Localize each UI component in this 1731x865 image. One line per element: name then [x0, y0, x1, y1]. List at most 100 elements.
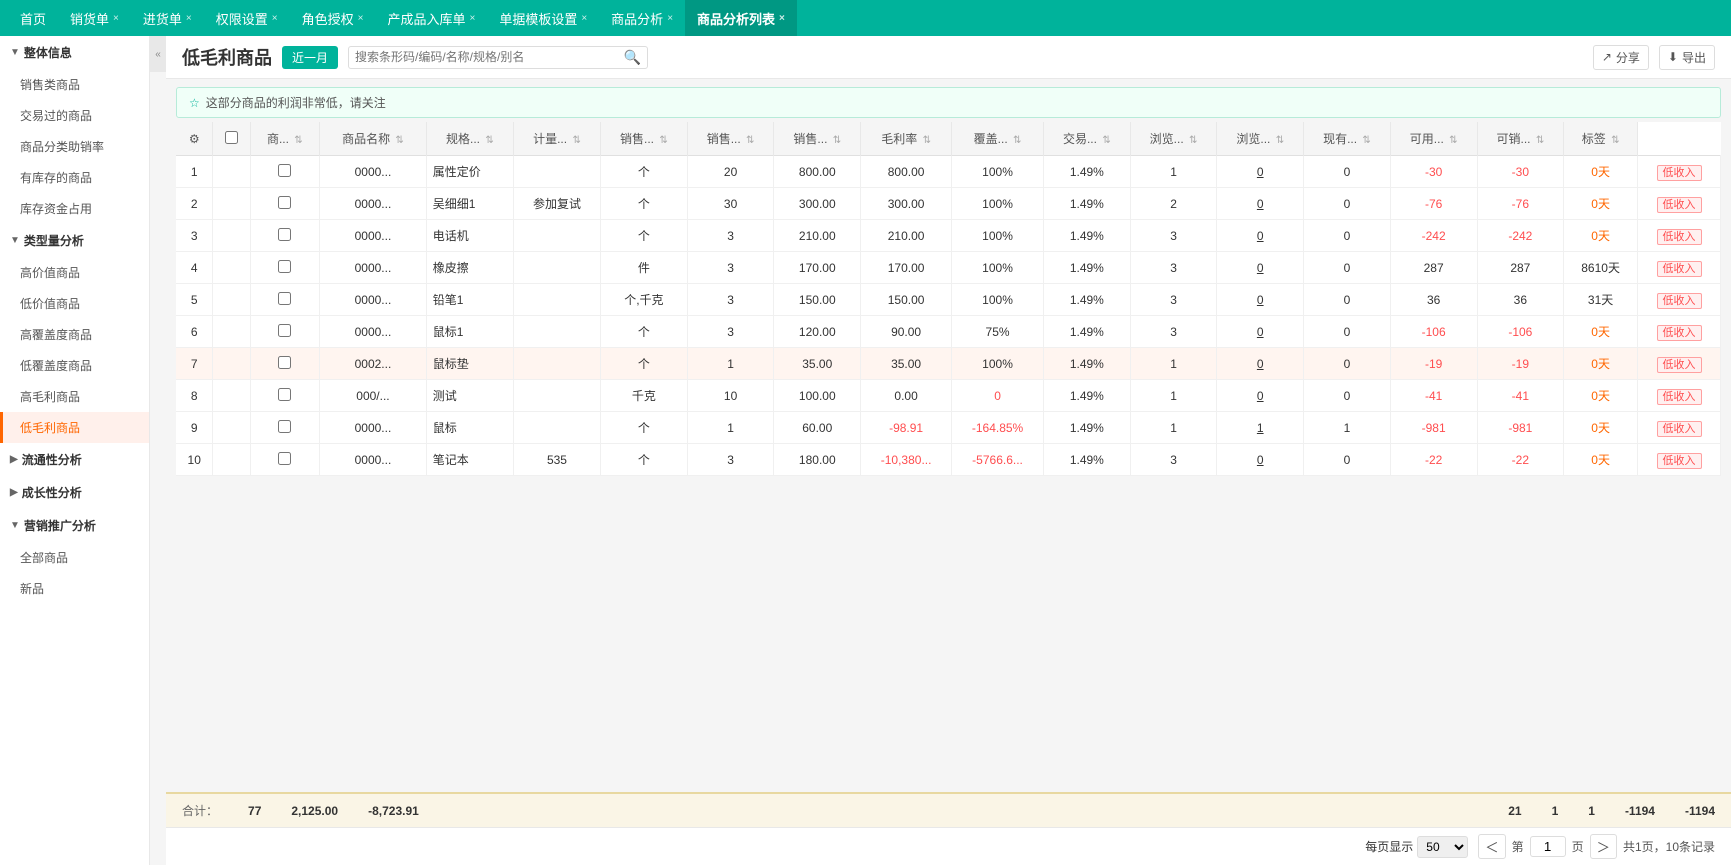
sidebar-section-liquidity[interactable]: ▶ 流通性分析: [0, 443, 149, 476]
sidebar-section-category-analysis[interactable]: ▼ 类型量分析: [0, 224, 149, 257]
sidebar-item-new-goods[interactable]: 新品: [0, 573, 149, 604]
export-button[interactable]: ⬇ 导出: [1659, 45, 1715, 70]
col-view2[interactable]: 浏览... ⇅: [1217, 122, 1304, 156]
nav-product-analysis-list[interactable]: 商品分析列表 ×: [685, 0, 797, 36]
date-filter-button[interactable]: 近一月: [282, 46, 338, 69]
sidebar-item-high-value[interactable]: 高价值商品: [0, 257, 149, 288]
cell-view1[interactable]: 0: [1217, 188, 1304, 220]
row-checkbox[interactable]: [278, 292, 291, 305]
cell-unit: 个: [601, 220, 688, 252]
nav-purchase-order[interactable]: 进货单 ×: [131, 0, 204, 36]
nav-permission[interactable]: 权限设置 ×: [204, 0, 290, 36]
col-code[interactable]: 商... ⇅: [250, 122, 320, 156]
cell-view1[interactable]: 1: [1217, 412, 1304, 444]
col-saleable[interactable]: 可销... ⇅: [1477, 122, 1564, 156]
next-page-button[interactable]: ＞: [1590, 834, 1617, 859]
row-checkbox[interactable]: [278, 164, 291, 177]
nav-role-auth[interactable]: 角色授权 ×: [290, 0, 376, 36]
col-sale-qty[interactable]: 销售... ⇅: [601, 122, 688, 156]
col-spec[interactable]: 规格... ⇅: [426, 122, 513, 156]
cell-checkbox[interactable]: [250, 156, 320, 188]
cell-checkbox[interactable]: [250, 252, 320, 284]
nav-sales-order[interactable]: 销货单 ×: [58, 0, 131, 36]
search-input[interactable]: [355, 50, 624, 64]
cell-checkbox[interactable]: [250, 444, 320, 476]
cell-view1[interactable]: 0: [1217, 348, 1304, 380]
sidebar-item-stocked-goods[interactable]: 有库存的商品: [0, 162, 149, 193]
sidebar-section-growth[interactable]: ▶ 成长性分析: [0, 476, 149, 509]
sort-icon: ⇅: [485, 135, 493, 146]
nav-product-entry[interactable]: 产成品入库单 ×: [375, 0, 487, 36]
close-icon[interactable]: ×: [667, 13, 673, 24]
row-checkbox[interactable]: [278, 452, 291, 465]
cell-checkbox[interactable]: [250, 316, 320, 348]
row-checkbox[interactable]: [278, 356, 291, 369]
col-unit[interactable]: 计量... ⇅: [513, 122, 600, 156]
col-trade-count[interactable]: 交易... ⇅: [1043, 122, 1130, 156]
cell-checkbox[interactable]: [250, 284, 320, 316]
close-icon[interactable]: ×: [779, 13, 785, 24]
cell-checkbox[interactable]: [250, 188, 320, 220]
cell-sale-amount: 35.00: [774, 348, 861, 380]
search-icon[interactable]: 🔍: [624, 49, 641, 66]
nav-product-analysis[interactable]: 商品分析 ×: [599, 0, 685, 36]
cell-view1[interactable]: 0: [1217, 156, 1304, 188]
col-gross-margin[interactable]: 毛利率 ⇅: [861, 122, 952, 156]
close-icon[interactable]: ×: [272, 13, 278, 24]
row-checkbox[interactable]: [278, 324, 291, 337]
close-icon[interactable]: ×: [358, 13, 364, 24]
cell-view1[interactable]: 0: [1217, 316, 1304, 348]
sidebar-item-all-goods[interactable]: 全部商品: [0, 542, 149, 573]
prev-page-button[interactable]: ＜: [1478, 834, 1505, 859]
cell-view1[interactable]: 0: [1217, 380, 1304, 412]
cell-checkbox[interactable]: [250, 412, 320, 444]
page-number-input[interactable]: [1530, 836, 1566, 857]
col-tag[interactable]: 标签 ⇅: [1564, 122, 1638, 156]
sidebar-item-category-sales-rate[interactable]: 商品分类助销率: [0, 131, 149, 162]
row-checkbox[interactable]: [278, 388, 291, 401]
row-checkbox[interactable]: [278, 260, 291, 273]
sidebar-item-high-margin[interactable]: 高毛利商品: [0, 381, 149, 412]
col-checkbox[interactable]: [213, 122, 250, 156]
col-settings[interactable]: ⚙: [176, 122, 213, 156]
sidebar-item-low-value[interactable]: 低价值商品: [0, 288, 149, 319]
close-icon[interactable]: ×: [113, 13, 119, 24]
cell-view1[interactable]: 0: [1217, 284, 1304, 316]
sort-icon: ⇅: [1362, 135, 1370, 146]
sidebar-item-low-coverage[interactable]: 低覆盖度商品: [0, 350, 149, 381]
col-view1[interactable]: 浏览... ⇅: [1130, 122, 1217, 156]
cell-checkbox[interactable]: [250, 380, 320, 412]
cell-checkbox[interactable]: [250, 220, 320, 252]
share-button[interactable]: ↗ 分享: [1593, 45, 1649, 70]
nav-template-settings[interactable]: 单据模板设置 ×: [487, 0, 599, 36]
close-icon[interactable]: ×: [469, 13, 475, 24]
cell-view1[interactable]: 0: [1217, 220, 1304, 252]
row-checkbox[interactable]: [278, 196, 291, 209]
cell-view1[interactable]: 0: [1217, 444, 1304, 476]
close-icon[interactable]: ×: [186, 13, 192, 24]
cell-checkbox[interactable]: [250, 348, 320, 380]
sidebar-item-low-margin[interactable]: 低毛利商品: [0, 412, 149, 443]
row-checkbox[interactable]: [278, 420, 291, 433]
col-current-stock[interactable]: 现有... ⇅: [1304, 122, 1391, 156]
close-icon[interactable]: ×: [581, 13, 587, 24]
cell-sale-profit: 170.00: [861, 252, 952, 284]
sidebar-item-stock-funds[interactable]: 库存资金占用: [0, 193, 149, 224]
sidebar-collapse-button[interactable]: «: [150, 36, 166, 72]
cell-view1[interactable]: 0: [1217, 252, 1304, 284]
select-all-checkbox[interactable]: [225, 131, 238, 144]
sidebar-item-sales-goods[interactable]: 销售类商品: [0, 69, 149, 100]
nav-home[interactable]: 首页: [8, 0, 58, 36]
sidebar-item-high-coverage[interactable]: 高覆盖度商品: [0, 319, 149, 350]
cell-sale-profit: -98.91: [861, 412, 952, 444]
col-available[interactable]: 可用... ⇅: [1390, 122, 1477, 156]
sidebar-section-marketing[interactable]: ▼ 营销推广分析: [0, 509, 149, 542]
sidebar-item-traded-goods[interactable]: 交易过的商品: [0, 100, 149, 131]
sidebar-section-overall[interactable]: ▼ 整体信息: [0, 36, 149, 69]
row-checkbox[interactable]: [278, 228, 291, 241]
col-sale-amount[interactable]: 销售... ⇅: [687, 122, 774, 156]
per-page-select[interactable]: 10 20 50 100: [1417, 836, 1468, 858]
col-name[interactable]: 商品名称 ⇅: [320, 122, 427, 156]
col-coverage[interactable]: 覆盖... ⇅: [952, 122, 1044, 156]
col-sale-profit[interactable]: 销售... ⇅: [774, 122, 861, 156]
